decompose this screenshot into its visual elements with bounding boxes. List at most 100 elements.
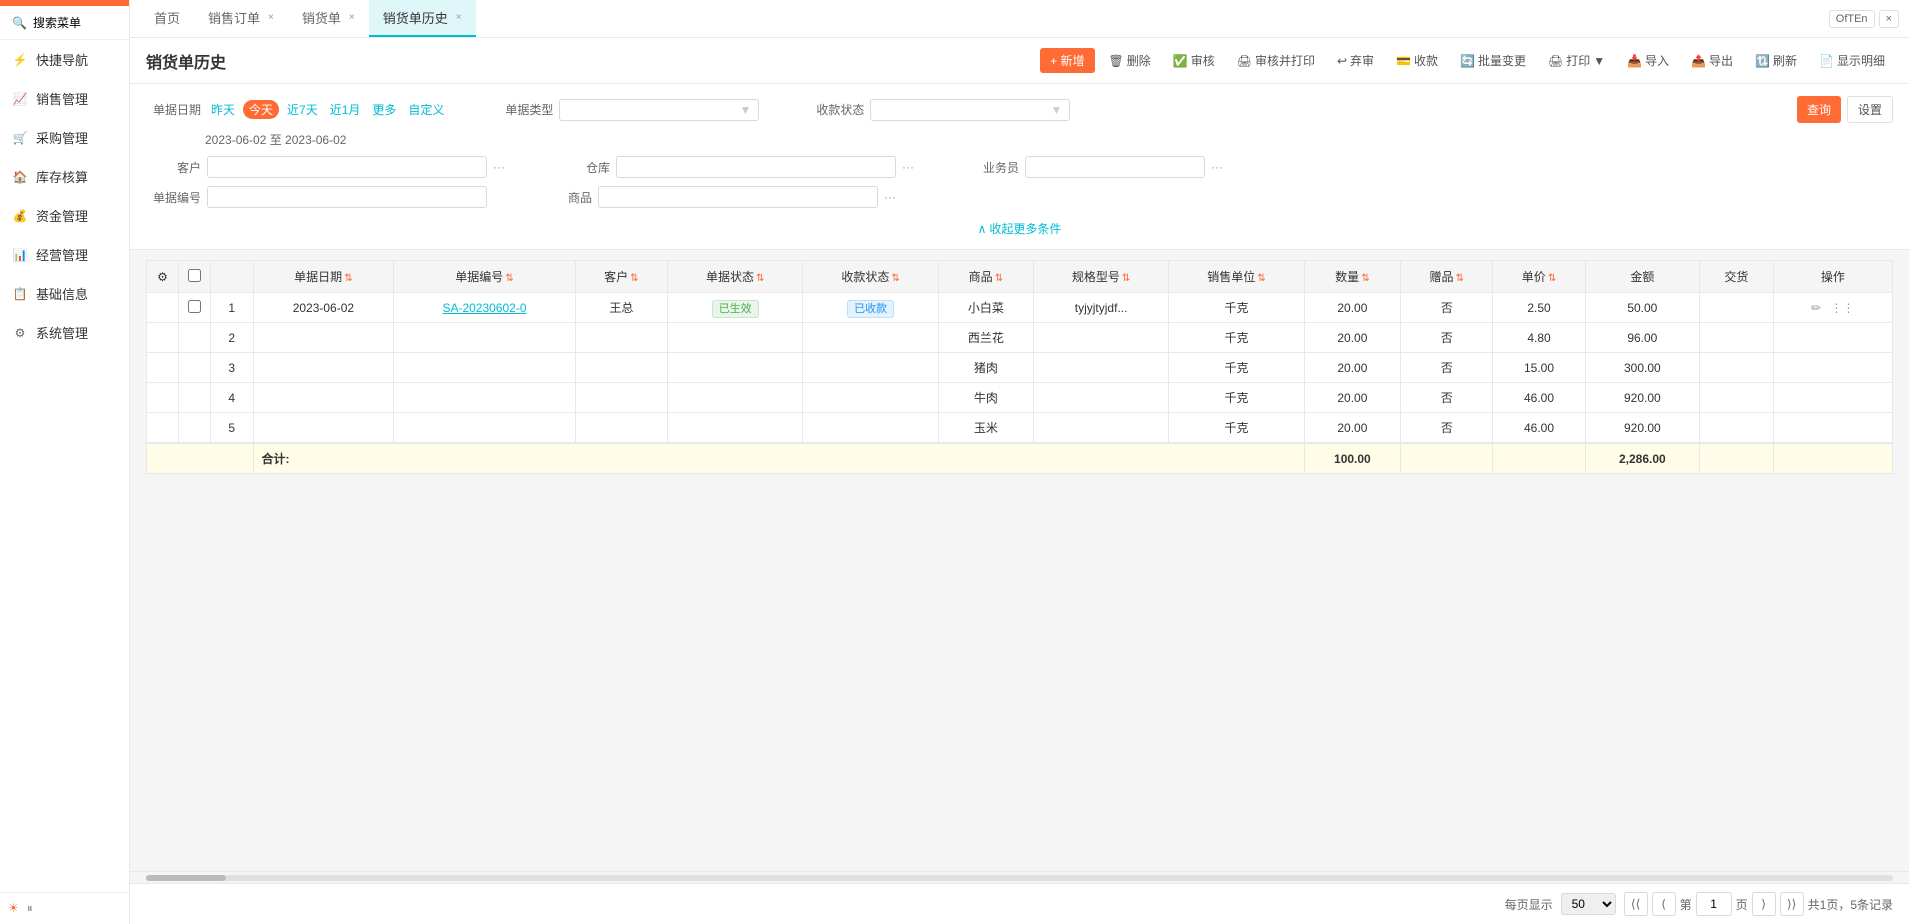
col-customer[interactable]: 客户⇅: [575, 261, 667, 293]
date-shortcut-more[interactable]: 更多: [368, 100, 400, 119]
tab-home[interactable]: 首页: [140, 0, 194, 37]
refresh-button[interactable]: 🔃 刷新: [1747, 48, 1805, 73]
filter-collect-status-label: 收款状态: [809, 101, 864, 118]
tab-sales-goods[interactable]: 销货单 ×: [288, 0, 369, 37]
tabbar-settings-button[interactable]: ×: [1879, 10, 1899, 28]
close-all-tabs-button[interactable]: OfTEn: [1829, 10, 1875, 28]
batch-change-button[interactable]: 🔄 批量变更: [1452, 48, 1534, 73]
export-button[interactable]: 📤 导出: [1683, 48, 1741, 73]
collapse-button[interactable]: ∧ 收起更多条件: [978, 220, 1062, 237]
select-all-checkbox[interactable]: [188, 269, 201, 282]
sidebar-item-finance[interactable]: 💰 资金管理: [0, 196, 129, 235]
cell-check[interactable]: [179, 383, 211, 413]
doc-no-link[interactable]: SA-20230602-0: [442, 301, 526, 315]
sidebar-item-label: 系统管理: [36, 323, 88, 342]
doc-type-select[interactable]: [559, 99, 759, 121]
staff-input[interactable]: [1025, 156, 1205, 178]
tab-close-sales-order[interactable]: ×: [268, 12, 274, 23]
cell-doc-no[interactable]: [394, 383, 575, 413]
doc-no-input[interactable]: [207, 186, 487, 208]
tab-close-sales-history[interactable]: ×: [456, 12, 462, 23]
settings-filter-button[interactable]: 设置: [1847, 96, 1893, 123]
customer-dots[interactable]: ···: [493, 160, 505, 174]
cell-check[interactable]: [179, 323, 211, 353]
per-page-select[interactable]: 50 100 200: [1561, 893, 1616, 915]
col-settings[interactable]: ⚙: [147, 261, 179, 293]
cell-actions[interactable]: [1773, 353, 1892, 383]
cell-doc-no[interactable]: [394, 323, 575, 353]
col-doc-status[interactable]: 单据状态⇅: [668, 261, 803, 293]
col-doc-date[interactable]: 单据日期⇅: [253, 261, 394, 293]
customer-input[interactable]: [207, 156, 487, 178]
goods-input[interactable]: [598, 186, 878, 208]
audit-button[interactable]: ✅ 审核: [1165, 48, 1223, 73]
delete-button[interactable]: 🗑 删除: [1101, 48, 1159, 73]
audit-print-button[interactable]: 🖨 审核并打印: [1229, 48, 1323, 73]
cell-check[interactable]: [179, 293, 211, 323]
sidebar-item-operations[interactable]: 📊 经营管理: [0, 235, 129, 274]
cell-doc-no[interactable]: [394, 353, 575, 383]
col-collect-status[interactable]: 收款状态⇅: [803, 261, 938, 293]
date-shortcut-yesterday[interactable]: 昨天: [207, 100, 239, 119]
display-detail-button[interactable]: 📄 显示明细: [1811, 48, 1893, 73]
display-detail-label: 显示明细: [1837, 52, 1885, 69]
col-gift[interactable]: 赠品⇅: [1401, 261, 1493, 293]
cell-actions[interactable]: ✏ ⋮⋮: [1773, 293, 1892, 323]
collect-status-select[interactable]: [870, 99, 1070, 121]
date-shortcut-today[interactable]: 今天: [243, 100, 279, 119]
sidebar-item-system[interactable]: ⚙ 系统管理: [0, 313, 129, 352]
col-amount[interactable]: 金额: [1585, 261, 1699, 293]
sidebar-search[interactable]: 🔍 搜索菜单: [0, 6, 129, 40]
sidebar-item-inventory[interactable]: 🏠 库存核算: [0, 157, 129, 196]
tab-close-sales-goods[interactable]: ×: [349, 12, 355, 23]
sidebar-item-purchase-mgmt[interactable]: 🛒 采购管理: [0, 118, 129, 157]
col-spec[interactable]: 规格型号⇅: [1033, 261, 1168, 293]
cell-actions[interactable]: [1773, 383, 1892, 413]
date-shortcut-custom[interactable]: 自定义: [404, 100, 448, 119]
col-row-no: [211, 261, 254, 293]
page-first-button[interactable]: ⟨⟨: [1624, 892, 1648, 916]
cell-actions[interactable]: [1773, 413, 1892, 444]
more-action-button[interactable]: ⋮⋮: [1828, 301, 1858, 315]
goods-dots[interactable]: ···: [884, 190, 896, 204]
abandon-button[interactable]: ↩ 弃审: [1329, 48, 1382, 73]
edit-action-button[interactable]: ✏: [1808, 301, 1824, 315]
cell-unit: 千克: [1169, 353, 1304, 383]
cell-actions[interactable]: [1773, 323, 1892, 353]
page-prev-button[interactable]: ⟨: [1652, 892, 1676, 916]
print-button[interactable]: 🖨 打印 ▼: [1540, 48, 1613, 73]
query-button[interactable]: 查询: [1797, 96, 1841, 123]
sidebar-item-quick-nav[interactable]: ⚡ 快捷导航: [0, 40, 129, 79]
tab-sales-history[interactable]: 销货单历史 ×: [369, 0, 476, 37]
date-shortcut-1month[interactable]: 近1月: [326, 100, 365, 119]
import-button[interactable]: 📥 导入: [1619, 48, 1677, 73]
col-price[interactable]: 单价⇅: [1493, 261, 1585, 293]
page-next-button[interactable]: ⟩: [1752, 892, 1776, 916]
row-checkbox[interactable]: [188, 300, 201, 313]
page-last-button[interactable]: ⟩⟩: [1780, 892, 1804, 916]
cell-check[interactable]: [179, 413, 211, 444]
sidebar-bottom-icon1[interactable]: ☀: [8, 901, 19, 916]
col-check[interactable]: [179, 261, 211, 293]
col-goods[interactable]: 商品⇅: [938, 261, 1033, 293]
cell-doc-no[interactable]: SA-20230602-0: [394, 293, 575, 323]
warehouse-input[interactable]: [616, 156, 896, 178]
sidebar-item-basic-info[interactable]: 📋 基础信息: [0, 274, 129, 313]
horizontal-scrollbar[interactable]: [130, 871, 1909, 883]
date-shortcut-7days[interactable]: 近7天: [283, 100, 322, 119]
staff-dots[interactable]: ···: [1211, 160, 1223, 174]
cell-doc-no[interactable]: [394, 413, 575, 444]
collect-button[interactable]: 💳 收款: [1388, 48, 1446, 73]
page-number-input[interactable]: [1696, 892, 1732, 916]
col-doc-no[interactable]: 单据编号⇅: [394, 261, 575, 293]
cell-check[interactable]: [179, 353, 211, 383]
col-qty[interactable]: 数量⇅: [1304, 261, 1400, 293]
col-unit[interactable]: 销售单位⇅: [1169, 261, 1304, 293]
scrollbar-thumb[interactable]: [146, 875, 226, 881]
warehouse-dots[interactable]: ···: [902, 160, 914, 174]
batch-change-icon: 🔄: [1460, 54, 1475, 68]
sidebar-item-sales-mgmt[interactable]: 📈 销售管理: [0, 79, 129, 118]
sidebar-bottom-icon2[interactable]: ⏸: [27, 901, 33, 916]
new-button[interactable]: + 新增: [1040, 48, 1094, 73]
tab-sales-order[interactable]: 销售订单 ×: [194, 0, 288, 37]
